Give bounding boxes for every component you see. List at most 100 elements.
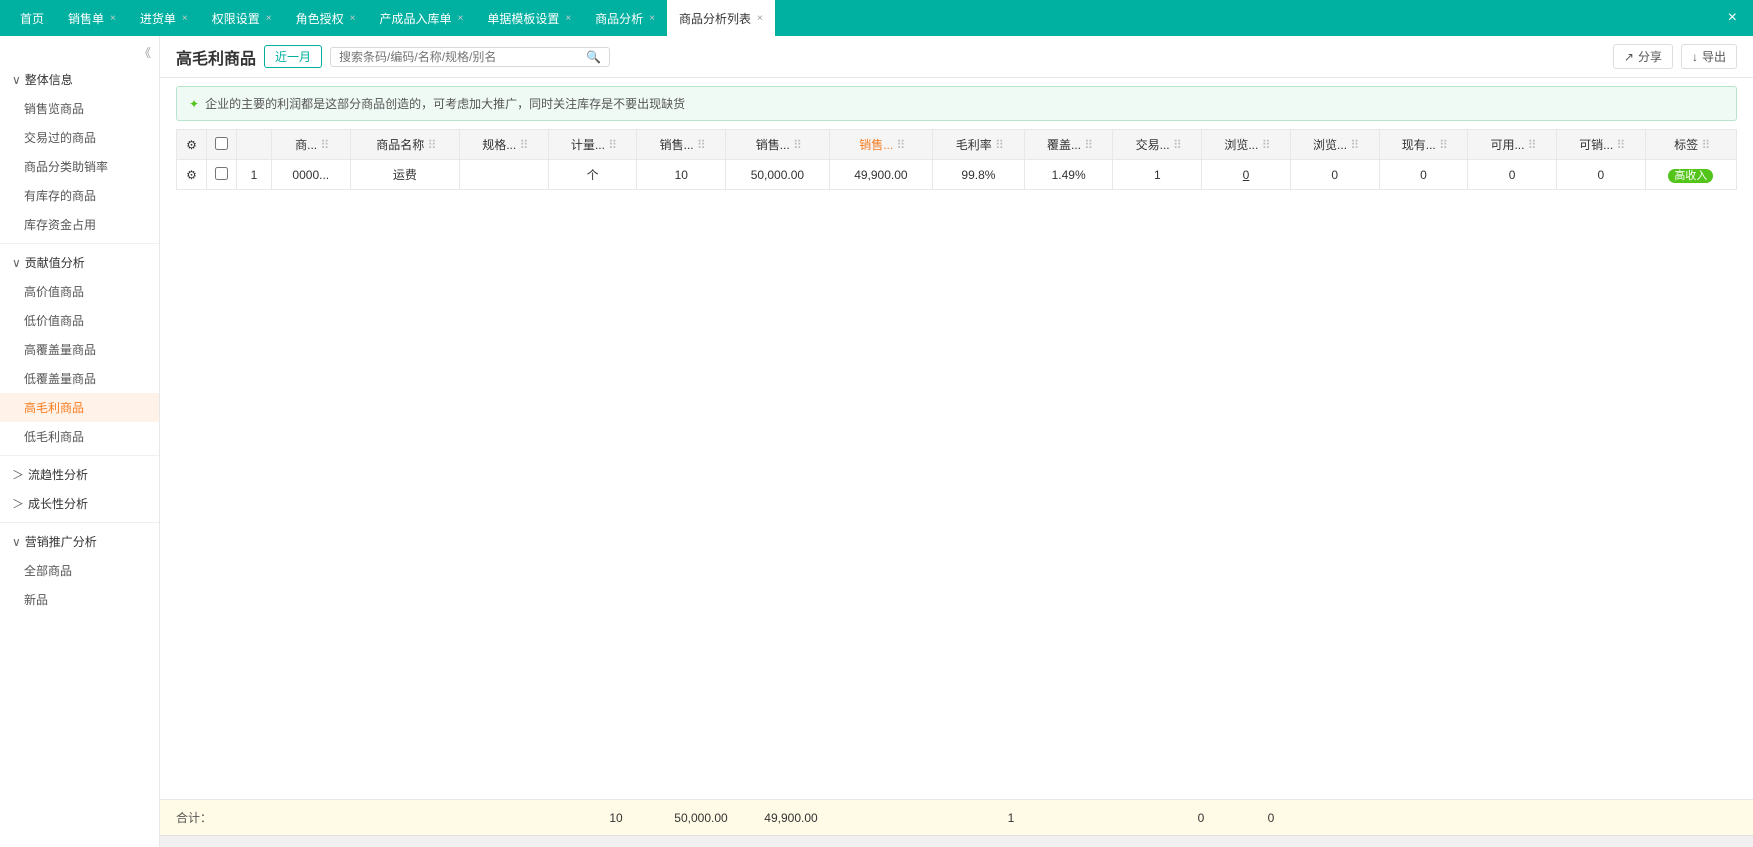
sidebar-divider-1 — [0, 243, 159, 244]
nav-tab-analysis[interactable]: 商品分析 × — [583, 0, 667, 36]
close-purchase-icon[interactable]: × — [182, 13, 188, 24]
close-template-icon[interactable]: × — [565, 13, 571, 24]
table-row: ⚙ 1 0000... 运费 个 10 50,000.00 49,900.00 … — [177, 160, 1737, 190]
row-sales-amt: 50,000.00 — [726, 160, 829, 190]
row-seq: 1 — [237, 160, 272, 190]
nav-tab-product-warehouse[interactable]: 产成品入库单 × — [367, 0, 475, 36]
arrow-right-icon: ＞ — [12, 466, 24, 483]
col-header-cover-rate[interactable]: 覆盖... ⠿ — [1024, 130, 1113, 160]
row-browse-1[interactable]: 0 — [1202, 160, 1291, 190]
col-header-spec[interactable]: 规格... ⠿ — [460, 130, 549, 160]
row-spec — [460, 160, 549, 190]
col-header-unit[interactable]: 计量... ⠿ — [548, 130, 637, 160]
sidebar-item-traded-products[interactable]: 交易过的商品 — [0, 123, 159, 152]
row-salable: 0 — [1556, 160, 1645, 190]
nav-home[interactable]: 首页 — [8, 0, 56, 36]
sidebar-item-sales-overview[interactable]: 销售览商品 — [0, 94, 159, 123]
main-layout: 《 ∨ 整体信息 销售览商品 交易过的商品 商品分类助销率 有库存的商品 库存资… — [0, 36, 1753, 847]
sidebar-group-marketing[interactable]: ∨ 营销推广分析 — [0, 527, 159, 556]
sidebar-item-high-margin[interactable]: 高毛利商品 — [0, 393, 159, 422]
filter-recent-month-button[interactable]: 近一月 — [264, 45, 322, 68]
sidebar-item-low-coverage[interactable]: 低覆盖量商品 — [0, 364, 159, 393]
sidebar-divider-3 — [0, 522, 159, 523]
close-role-icon[interactable]: × — [350, 13, 356, 24]
sidebar-group-contribution-label: 贡献值分析 — [25, 254, 85, 271]
sidebar-group-contribution[interactable]: ∨ 贡献值分析 — [0, 248, 159, 277]
share-button[interactable]: ↗ 分享 — [1613, 44, 1673, 69]
col-header-browse-2[interactable]: 浏览... ⠿ — [1290, 130, 1379, 160]
table-footer: 合计： 10 50,000.00 49,900.00 1 0 0 — [160, 799, 1753, 835]
share-icon: ↗ — [1624, 50, 1634, 64]
sidebar-item-high-value[interactable]: 高价值商品 — [0, 277, 159, 306]
sidebar-group-trend-label: 流趋性分析 — [28, 466, 88, 483]
sidebar-item-all-products[interactable]: 全部商品 — [0, 556, 159, 585]
nav-tab-template[interactable]: 单据模板设置 × — [475, 0, 583, 36]
sidebar-item-high-coverage[interactable]: 高覆盖量商品 — [0, 335, 159, 364]
col-header-sales-profit[interactable]: 销售... ⠿ — [829, 130, 932, 160]
row-check-0[interactable] — [215, 167, 228, 180]
col-header-settings[interactable]: ⚙ — [177, 130, 207, 160]
nav-tab-purchase[interactable]: 进货单 × — [128, 0, 200, 36]
close-all-button[interactable]: × — [1720, 9, 1745, 27]
sidebar-collapse-button[interactable]: 《 — [0, 36, 159, 65]
close-analysis-icon[interactable]: × — [649, 13, 655, 24]
col-header-code[interactable]: 商... ⠿ — [271, 130, 350, 160]
content-area: 高毛利商品 近一月 🔍 ↗ 分享 ↓ 导出 ✦ 企业的主要的利润都是这部分商品创… — [160, 36, 1753, 847]
nav-tab-analysis-label: 商品分析 — [595, 10, 643, 27]
nav-home-label: 首页 — [20, 10, 44, 27]
row-cover-rate: 1.49% — [1024, 160, 1113, 190]
col-header-gross-rate[interactable]: 毛利率 ⠿ — [933, 130, 1025, 160]
collapse-icon: 《 — [139, 44, 151, 61]
sidebar-group-growth[interactable]: ＞ 成长性分析 — [0, 489, 159, 518]
sidebar-group-trend[interactable]: ＞ 流趋性分析 — [0, 460, 159, 489]
export-button[interactable]: ↓ 导出 — [1681, 44, 1737, 69]
search-input[interactable] — [339, 50, 586, 64]
col-header-available[interactable]: 可用... ⠿ — [1468, 130, 1557, 160]
col-header-tag[interactable]: 标签 ⠿ — [1645, 130, 1736, 160]
table-body: ⚙ 1 0000... 运费 个 10 50,000.00 49,900.00 … — [177, 160, 1737, 190]
nav-tab-analysis-list[interactable]: 商品分析列表 × — [667, 0, 775, 36]
col-header-name[interactable]: 商品名称 ⠿ — [350, 130, 459, 160]
alert-icon: ✦ — [189, 97, 199, 111]
row-browse-2: 0 — [1290, 160, 1379, 190]
footer-label: 合计： — [176, 809, 216, 826]
sidebar-group-overall[interactable]: ∨ 整体信息 — [0, 65, 159, 94]
footer-stock: 0 — [1166, 811, 1236, 825]
export-label: 导出 — [1702, 48, 1726, 65]
nav-tab-sales[interactable]: 销售单 × — [56, 0, 128, 36]
sidebar-item-stock-capital[interactable]: 库存资金占用 — [0, 210, 159, 239]
nav-tab-permission-label: 权限设置 — [212, 10, 260, 27]
col-header-salable[interactable]: 可销... ⠿ — [1556, 130, 1645, 160]
close-sales-icon[interactable]: × — [110, 13, 116, 24]
table-container: ⚙ 商... ⠿ 商品名称 ⠿ 规格... ⠿ 计量... ⠿ 销售... ⠿ … — [160, 129, 1753, 799]
bottom-scrollbar[interactable] — [160, 835, 1753, 847]
sidebar-item-low-value[interactable]: 低价值商品 — [0, 306, 159, 335]
close-permission-icon[interactable]: × — [266, 13, 272, 24]
col-header-browse-1[interactable]: 浏览... ⠿ — [1202, 130, 1291, 160]
search-box[interactable]: 🔍 — [330, 47, 610, 67]
col-header-sales-amt[interactable]: 销售... ⠿ — [726, 130, 829, 160]
row-settings-icon[interactable]: ⚙ — [177, 160, 207, 190]
col-header-seq — [237, 130, 272, 160]
col-header-trade-count[interactable]: 交易... ⠿ — [1113, 130, 1202, 160]
nav-tab-role[interactable]: 角色授权 × — [284, 0, 368, 36]
select-all-checkbox[interactable] — [215, 137, 228, 150]
row-sales-qty: 10 — [637, 160, 726, 190]
col-header-stock[interactable]: 现有... ⠿ — [1379, 130, 1468, 160]
share-label: 分享 — [1638, 48, 1662, 65]
sidebar-item-category-rate[interactable]: 商品分类助销率 — [0, 152, 159, 181]
sidebar-item-in-stock[interactable]: 有库存的商品 — [0, 181, 159, 210]
search-icon[interactable]: 🔍 — [586, 50, 601, 64]
footer-trade-count: 1 — [976, 811, 1046, 825]
row-checkbox[interactable] — [207, 160, 237, 190]
sidebar-item-low-margin[interactable]: 低毛利商品 — [0, 422, 159, 451]
nav-tab-permission[interactable]: 权限设置 × — [200, 0, 284, 36]
row-code: 0000... — [271, 160, 350, 190]
close-analysis-list-icon[interactable]: × — [757, 13, 763, 24]
close-product-warehouse-icon[interactable]: × — [457, 13, 463, 24]
data-table: ⚙ 商... ⠿ 商品名称 ⠿ 规格... ⠿ 计量... ⠿ 销售... ⠿ … — [176, 129, 1737, 190]
sidebar-item-new-products[interactable]: 新品 — [0, 585, 159, 614]
arrow-right-icon-2: ＞ — [12, 495, 24, 512]
col-header-sales-qty[interactable]: 销售... ⠿ — [637, 130, 726, 160]
row-available: 0 — [1468, 160, 1557, 190]
